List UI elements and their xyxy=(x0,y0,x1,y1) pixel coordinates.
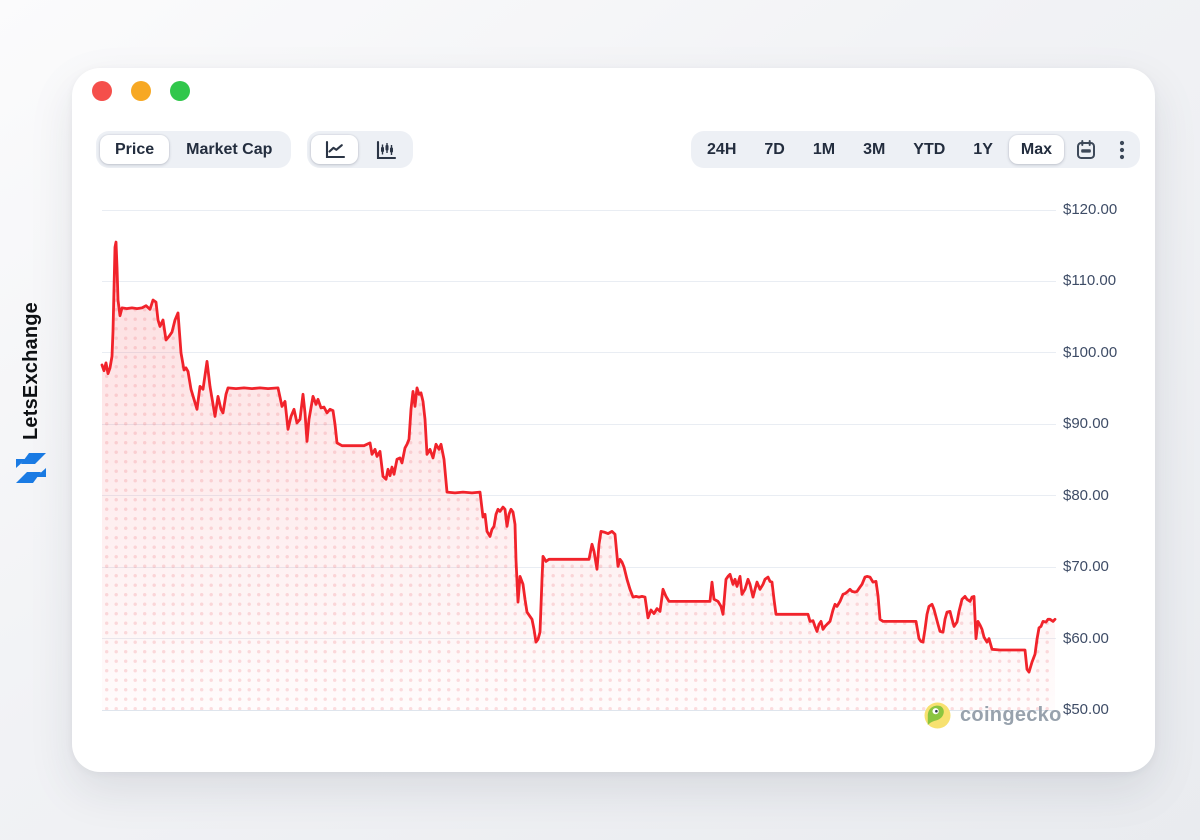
range-selector: 24H 7D 1M 3M YTD 1Y Max xyxy=(691,131,1140,168)
y-tick-label-120: $120.00 xyxy=(1063,201,1118,218)
letsexchange-branding: LetsExchange xyxy=(8,302,54,487)
letsexchange-logo-shape xyxy=(21,453,46,465)
coingecko-logo-icon xyxy=(924,702,951,729)
letsexchange-wordmark: LetsExchange xyxy=(19,302,42,441)
plot-area[interactable] xyxy=(100,209,1057,711)
minimize-window-button[interactable] xyxy=(131,81,151,101)
range-option-3m[interactable]: 3M xyxy=(851,135,897,164)
close-window-button[interactable] xyxy=(92,81,112,101)
y-tick-label-50: $50.00 xyxy=(1063,701,1109,718)
price-line-chart xyxy=(100,240,1057,710)
candlestick-chart-icon xyxy=(376,140,396,159)
more-options-button[interactable] xyxy=(1108,135,1136,164)
metric-option-market-cap[interactable]: Market Cap xyxy=(171,135,287,164)
range-option-1m[interactable]: 1M xyxy=(801,135,847,164)
calendar-button[interactable] xyxy=(1068,135,1104,164)
coingecko-attribution[interactable]: coingecko xyxy=(924,702,1062,729)
range-option-1y[interactable]: 1Y xyxy=(961,135,1005,164)
line-chart-type-button[interactable] xyxy=(311,135,358,164)
y-tick-label-110: $110.00 xyxy=(1063,272,1117,290)
range-buttons: 24H 7D 1M 3M YTD 1Y Max xyxy=(695,135,1064,164)
chart-widget-card: Price Market Cap 24H 7D 1M 3M YTD 1Y Max… xyxy=(72,68,1155,772)
y-tick-label-90: $90.00 xyxy=(1063,415,1109,433)
y-tick-label-100: $100.00 xyxy=(1063,343,1118,361)
y-tick-label-60: $60.00 xyxy=(1063,629,1109,647)
metric-option-price[interactable]: Price xyxy=(100,135,170,164)
line-chart-icon xyxy=(325,140,345,158)
range-option-24h[interactable]: 24H xyxy=(695,135,748,164)
chart-toolbar: Price Market Cap 24H 7D 1M 3M YTD 1Y Max xyxy=(96,131,1140,168)
kebab-menu-icon xyxy=(1119,140,1125,159)
chart-type-toggle xyxy=(307,131,413,168)
y-tick-label-70: $70.00 xyxy=(1063,558,1109,576)
range-option-max[interactable]: Max xyxy=(1008,135,1064,164)
letsexchange-logo-icon xyxy=(16,453,46,484)
zoom-window-button[interactable] xyxy=(170,81,190,101)
window-controls xyxy=(92,81,190,101)
coingecko-wordmark: coingecko xyxy=(960,704,1062,726)
area-dot-pattern xyxy=(102,242,1055,710)
letsexchange-logo-shape xyxy=(16,472,41,484)
metric-toggle: Price Market Cap xyxy=(96,131,292,168)
y-tick-label-80: $80.00 xyxy=(1063,486,1109,504)
range-option-ytd[interactable]: YTD xyxy=(901,135,957,164)
calendar-icon xyxy=(1077,139,1095,159)
candlestick-chart-type-button[interactable] xyxy=(362,135,409,164)
range-option-7d[interactable]: 7D xyxy=(752,135,796,164)
